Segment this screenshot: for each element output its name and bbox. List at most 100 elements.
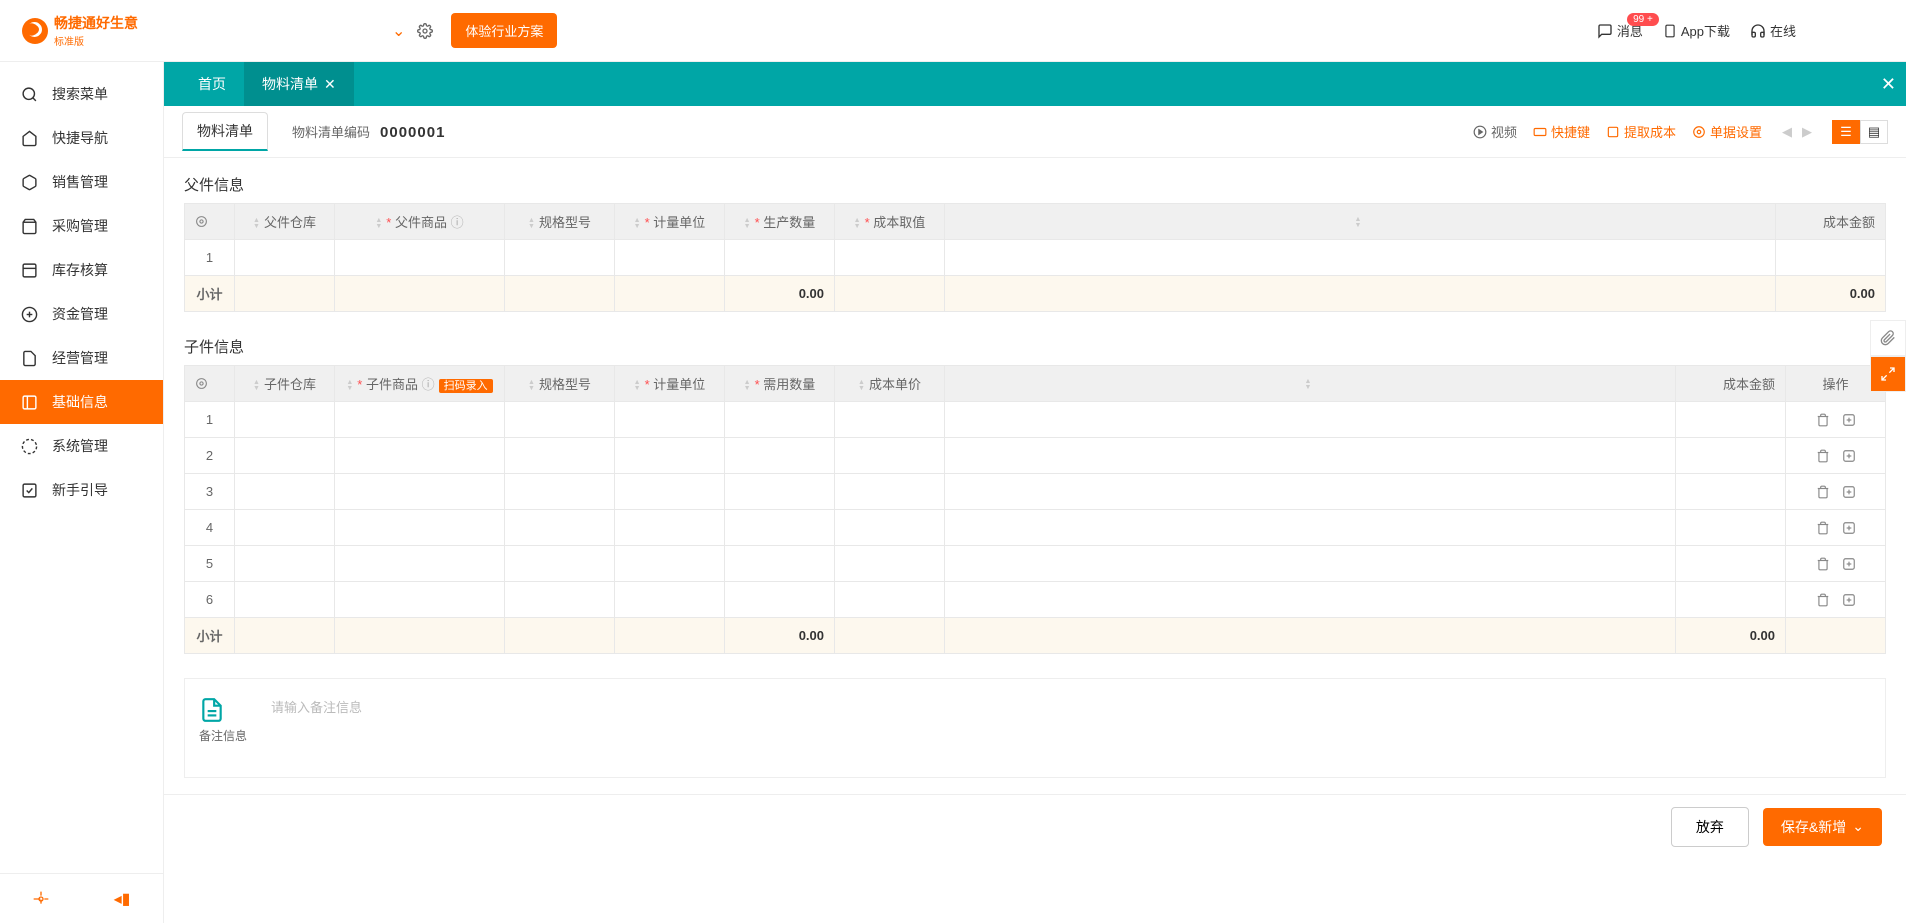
doc-code: 物料清单编码0000001	[292, 122, 445, 141]
tab-bom[interactable]: 物料清单✕	[244, 62, 354, 106]
video-link[interactable]: 视频	[1473, 122, 1517, 141]
sidebar-item-label: 基础信息	[52, 392, 108, 412]
delete-icon[interactable]	[1816, 593, 1830, 607]
sidebar-item-label: 搜索菜单	[52, 84, 108, 104]
col-child-goods[interactable]: ▲▼* 子件商品 ⓘ扫码录入	[335, 366, 505, 402]
table-row[interactable]: 1	[185, 402, 1886, 438]
headset-icon	[1750, 23, 1766, 39]
guide-icon	[20, 481, 38, 499]
prev-doc-icon[interactable]: ◀	[1778, 122, 1796, 142]
discard-button[interactable]: 放弃	[1671, 807, 1749, 847]
delete-icon[interactable]	[1816, 557, 1830, 571]
main-area: 首页 物料清单✕ ✕ 物料清单 物料清单编码0000001 视频 快捷键 提取成…	[164, 62, 1906, 923]
col-child-amt[interactable]: 成本金额	[1676, 366, 1786, 402]
sidebar-item-home[interactable]: 快捷导航	[0, 116, 163, 160]
brand-name: 畅捷通好生意	[54, 13, 138, 33]
delete-icon[interactable]	[1816, 413, 1830, 427]
save-new-button[interactable]: 保存&新增⌄	[1763, 808, 1882, 846]
chevron-down-icon: ⌄	[392, 21, 405, 41]
sidebar-item-money[interactable]: 资金管理	[0, 292, 163, 336]
chevron-down-icon: ⌄	[1852, 818, 1864, 835]
add-icon[interactable]	[1842, 593, 1856, 607]
add-icon[interactable]	[1842, 485, 1856, 499]
sidebar-item-bag[interactable]: 采购管理	[0, 204, 163, 248]
remark-input[interactable]	[267, 693, 1871, 753]
close-icon[interactable]: ✕	[324, 76, 336, 93]
gear-icon[interactable]	[417, 23, 433, 39]
view-list-icon[interactable]: ☰	[1832, 120, 1860, 144]
view-detail-icon[interactable]: ▤	[1860, 120, 1888, 144]
sys-icon	[20, 437, 38, 455]
brand-logo: 畅捷通好生意 标准版	[10, 13, 164, 48]
table-row[interactable]: 6	[185, 582, 1886, 618]
table-row[interactable]: 5	[185, 546, 1886, 582]
add-icon[interactable]	[1842, 557, 1856, 571]
expand-icon[interactable]	[1870, 356, 1906, 392]
app-download-link[interactable]: App下载	[1663, 21, 1730, 40]
parent-subtotal-qty: 0.00	[725, 276, 835, 312]
delete-icon[interactable]	[1816, 449, 1830, 463]
online-support-link[interactable]: 在线	[1750, 21, 1796, 40]
stock-icon	[20, 261, 38, 279]
col-parent-costget[interactable]: ▲▼* 成本取值	[835, 204, 945, 240]
tab-home[interactable]: 首页	[180, 62, 244, 106]
col-child-wh[interactable]: ▲▼子件仓库	[235, 366, 335, 402]
col-parent-qty[interactable]: ▲▼* 生产数量	[725, 204, 835, 240]
tabs-close-all-icon[interactable]: ✕	[1881, 74, 1896, 95]
settings-icon[interactable]	[33, 891, 49, 907]
add-icon[interactable]	[1842, 521, 1856, 535]
parent-section-title: 父件信息	[184, 174, 1886, 195]
sidebar-item-stock[interactable]: 库存核算	[0, 248, 163, 292]
next-doc-icon[interactable]: ▶	[1798, 122, 1816, 142]
parent-subtotal-amt: 0.00	[1776, 276, 1886, 312]
sidebar-item-doc[interactable]: 经营管理	[0, 336, 163, 380]
attachment-icon[interactable]	[1870, 320, 1906, 356]
delete-icon[interactable]	[1816, 521, 1830, 535]
extract-cost-link[interactable]: 提取成本	[1606, 122, 1676, 141]
col-parent-unit[interactable]: ▲▼* 计量单位	[615, 204, 725, 240]
col-child-spec[interactable]: ▲▼规格型号	[505, 366, 615, 402]
col-child-price[interactable]: ▲▼成本单价	[835, 366, 945, 402]
logo-icon	[22, 18, 48, 44]
doc-settings-link[interactable]: 单据设置	[1692, 122, 1762, 141]
col-child-qty[interactable]: ▲▼* 需用数量	[725, 366, 835, 402]
shortcut-link[interactable]: 快捷键	[1533, 122, 1590, 141]
messages-link[interactable]: 消息 99 +	[1597, 21, 1643, 40]
delete-icon[interactable]	[1816, 485, 1830, 499]
col-child-unit[interactable]: ▲▼* 计量单位	[615, 366, 725, 402]
brand-edition: 标准版	[54, 33, 138, 48]
sidebar-footer: ◂▮	[0, 873, 163, 923]
col-parent-spec[interactable]: ▲▼规格型号	[505, 204, 615, 240]
sidebar-item-base[interactable]: 基础信息	[0, 380, 163, 424]
sidebar-item-sys[interactable]: 系统管理	[0, 424, 163, 468]
table-row[interactable]: 4	[185, 510, 1886, 546]
parent-subtotal-label: 小计	[185, 276, 235, 312]
parent-table: ▲▼父件仓库 ▲▼* 父件商品 ⓘ ▲▼规格型号 ▲▼* 计量单位 ▲▼* 生产…	[184, 203, 1886, 312]
scan-entry-tag[interactable]: 扫码录入	[439, 379, 493, 393]
col-parent-goods[interactable]: ▲▼* 父件商品 ⓘ	[335, 204, 505, 240]
play-icon	[1473, 125, 1487, 139]
sidebar-item-guide[interactable]: 新手引导	[0, 468, 163, 512]
try-industry-button[interactable]: 体验行业方案	[451, 13, 557, 48]
gear-col[interactable]	[185, 204, 235, 240]
sidebar-item-label: 系统管理	[52, 436, 108, 456]
collapse-icon[interactable]: ◂▮	[114, 889, 131, 909]
sidebar: 搜索菜单快捷导航销售管理采购管理库存核算资金管理经营管理基础信息系统管理新手引导…	[0, 62, 164, 923]
col-parent-costamt[interactable]: 成本金额	[1776, 204, 1886, 240]
add-icon[interactable]	[1842, 413, 1856, 427]
table-row[interactable]: 2	[185, 438, 1886, 474]
table-row[interactable]: 3	[185, 474, 1886, 510]
note-icon	[199, 697, 247, 723]
page-tabs: 首页 物料清单✕ ✕	[164, 62, 1906, 106]
sidebar-item-search[interactable]: 搜索菜单	[0, 72, 163, 116]
remark-label: 备注信息	[199, 727, 247, 744]
sidebar-item-label: 库存核算	[52, 260, 108, 280]
col-parent-wh[interactable]: ▲▼父件仓库	[235, 204, 335, 240]
table-row[interactable]: 1	[185, 240, 1886, 276]
help-icon: ⓘ	[422, 377, 435, 392]
org-selector[interactable]: ⌄	[184, 21, 405, 41]
sidebar-item-box[interactable]: 销售管理	[0, 160, 163, 204]
add-icon[interactable]	[1842, 449, 1856, 463]
doc-tab[interactable]: 物料清单	[182, 112, 268, 151]
gear-col[interactable]	[185, 366, 235, 402]
